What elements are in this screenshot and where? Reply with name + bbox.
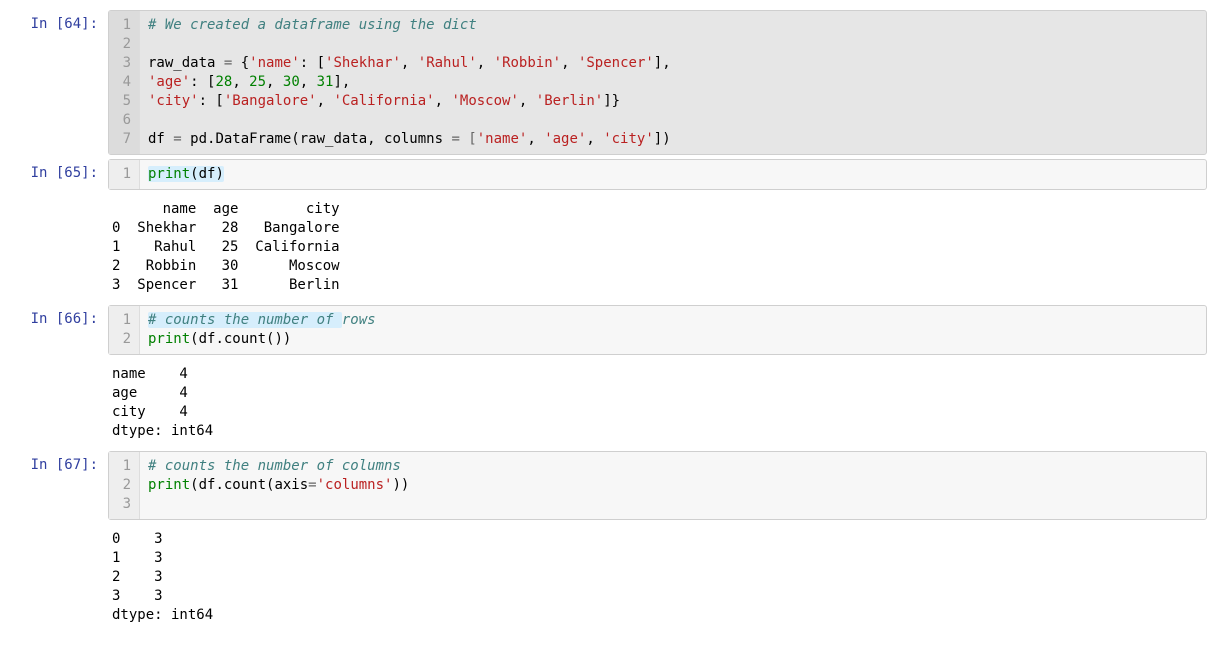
input-prompt: In [64]: [8,10,108,155]
code-cell-65: In [65]: 1 print(df) [8,159,1207,190]
code-token: , [477,55,494,71]
code-token: 'Bangalore' [224,93,317,109]
code-token: pd.DataFrame(raw_data, columns [190,131,451,147]
code-token: , [435,93,452,109]
code-token: = [165,131,190,147]
code-token: 'age' [544,131,586,147]
code-input-area[interactable]: 12 # counts the number of rows print(df.… [108,305,1207,355]
code-token: 'columns' [317,477,393,493]
code-token: : [ [190,74,215,90]
code-token: : [ [300,55,325,71]
code-token: 25 [249,74,266,90]
code-token: 'Spencer' [578,55,654,71]
code-token: (df.count(axis [190,477,308,493]
code-token: , [317,93,334,109]
code-token: , [527,131,544,147]
code-input-area[interactable]: 123 # counts the number of columns print… [108,451,1207,520]
code-token: 'city' [603,131,654,147]
code-token: 30 [283,74,300,90]
code-token: = [215,55,240,71]
output-prompt [8,359,108,445]
cell-output: 0 3 1 3 2 3 3 3 dtype: int64 [108,524,1207,629]
output-prompt [8,194,108,299]
code-token: , [586,131,603,147]
code-token: 28 [215,74,232,90]
code-token: 'age' [148,74,190,90]
code-token: )) [392,477,409,493]
code-token: , [401,55,418,71]
code-token: raw_data [148,55,215,71]
code-token: 'Shekhar' [325,55,401,71]
line-gutter: 1 [109,160,140,189]
code-token: print [148,477,190,493]
code-token: 'Rahul' [418,55,477,71]
code-token: , [232,74,249,90]
code-token: 'Robbin' [494,55,561,71]
output-row-65: name age city 0 Shekhar 28 Bangalore 1 R… [8,194,1207,299]
code-token: ], [333,74,350,90]
cell-output: name 4 age 4 city 4 dtype: int64 [108,359,1207,445]
code-token: 'Moscow' [451,93,518,109]
code-token: { [241,55,249,71]
comment: # counts the number of [148,312,342,328]
code-token: 'name' [477,131,528,147]
cell-output: name age city 0 Shekhar 28 Bangalore 1 R… [108,194,1207,299]
input-prompt: In [67]: [8,451,108,520]
code-token: = [ [451,131,476,147]
code-cell-67: In [67]: 123 # counts the number of colu… [8,451,1207,520]
code-token: ], [654,55,671,71]
code-token: ]} [603,93,620,109]
output-prompt [8,524,108,629]
code-token: : [ [199,93,224,109]
code-token: , [300,74,317,90]
code-editor[interactable]: # counts the number of columns print(df.… [140,452,1206,519]
code-token: , [519,93,536,109]
code-editor[interactable]: # We created a dataframe using the dict … [140,11,1206,154]
code-token: 'city' [148,93,199,109]
code-token: df [148,131,165,147]
code-token: (df) [190,166,224,182]
code-token: ]) [654,131,671,147]
line-gutter: 123 [109,452,140,519]
input-prompt: In [65]: [8,159,108,190]
code-token: (df.count()) [190,331,291,347]
output-row-67: 0 3 1 3 2 3 3 3 dtype: int64 [8,524,1207,629]
code-cell-66: In [66]: 12 # counts the number of rows … [8,305,1207,355]
code-token: 'name' [249,55,300,71]
code-input-area[interactable]: 1 print(df) [108,159,1207,190]
code-editor[interactable]: print(df) [140,160,1206,189]
code-token: 'Berlin' [536,93,603,109]
code-token: 31 [317,74,334,90]
line-gutter: 1234567 [109,11,140,154]
comment: # counts the number of columns [148,458,401,474]
code-token: , [561,55,578,71]
output-row-66: name 4 age 4 city 4 dtype: int64 [8,359,1207,445]
input-prompt: In [66]: [8,305,108,355]
line-gutter: 12 [109,306,140,354]
code-input-area[interactable]: 1234567 # We created a dataframe using t… [108,10,1207,155]
comment: rows [342,312,376,328]
code-token: , [266,74,283,90]
code-token: print [148,166,190,182]
code-cell-64: In [64]: 1234567 # We created a datafram… [8,10,1207,155]
code-token: print [148,331,190,347]
comment: # We created a dataframe using the dict [148,17,477,33]
code-editor[interactable]: # counts the number of rows print(df.cou… [140,306,1206,354]
code-token: 'California' [333,93,434,109]
code-token: = [308,477,316,493]
